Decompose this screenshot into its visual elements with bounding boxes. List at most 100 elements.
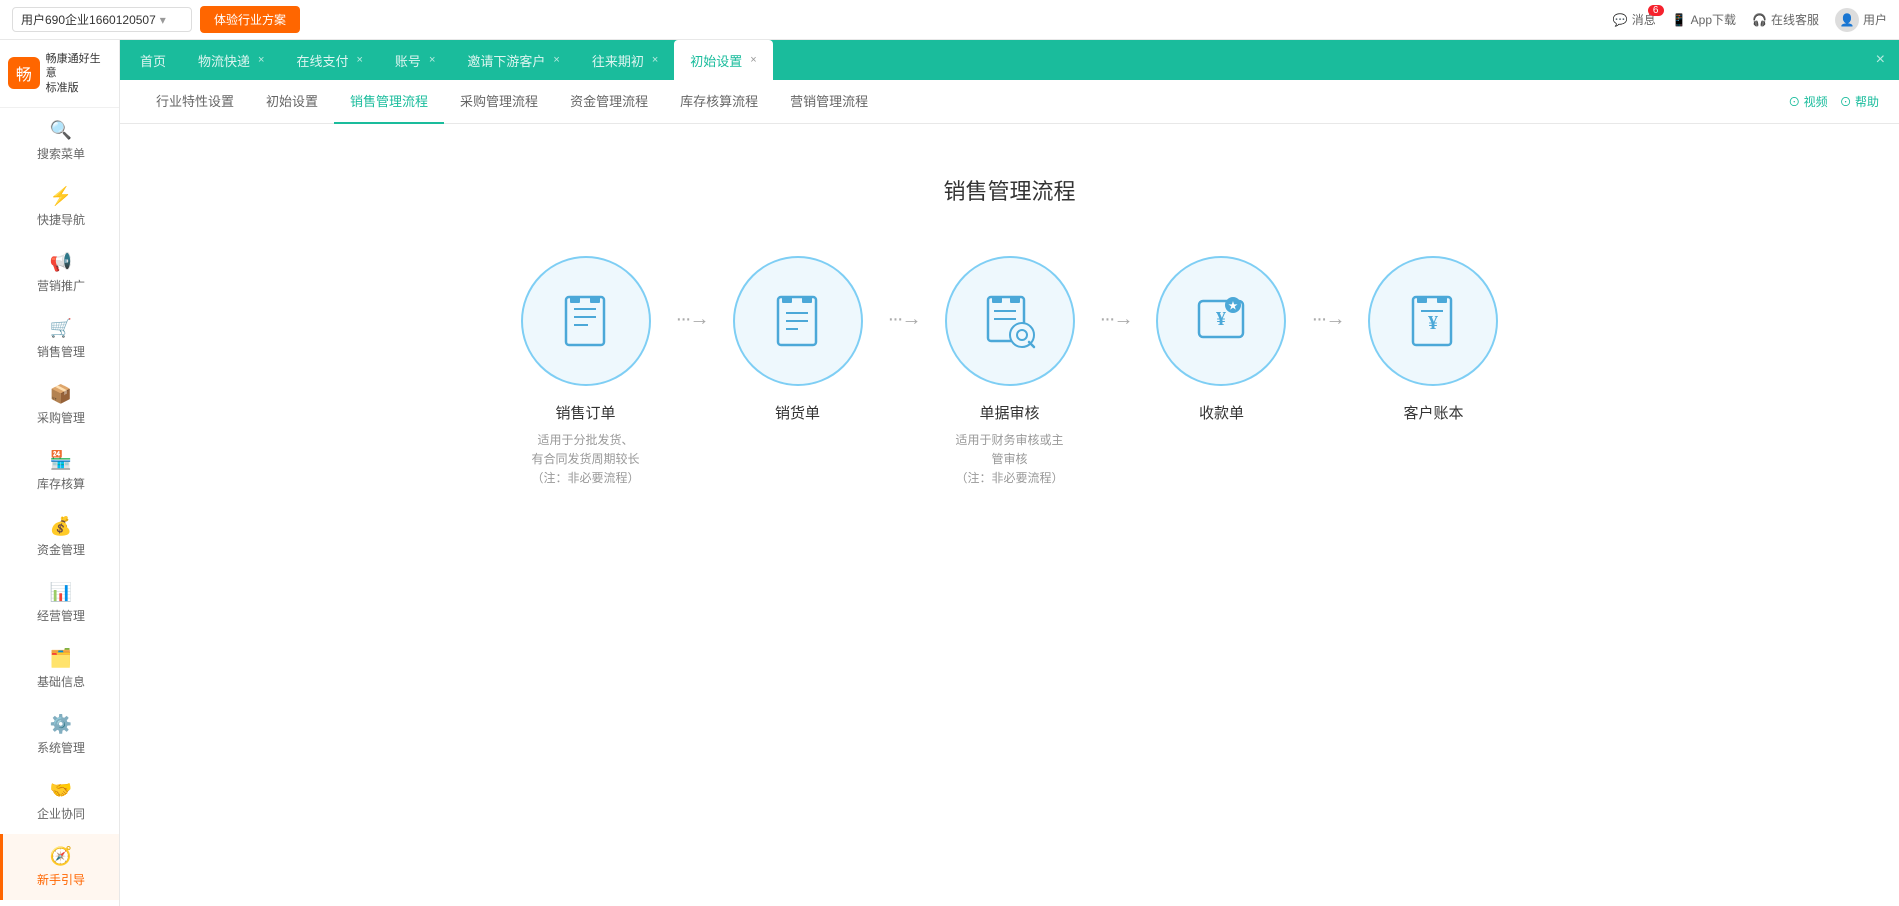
help-link[interactable]: ⊙ 帮助	[1840, 93, 1879, 110]
online-service-item[interactable]: 🎧 在线客服	[1752, 11, 1819, 28]
flow-circle-sales-order	[521, 256, 651, 386]
tab-period-close[interactable]: ×	[652, 54, 658, 66]
online-service-label: 在线客服	[1771, 11, 1819, 28]
video-link[interactable]: ⊙ 视频	[1788, 93, 1827, 110]
sidebar-item-search[interactable]: 🔍 搜索菜单	[0, 108, 119, 174]
sidebar-label-finance: 资金管理	[37, 541, 85, 558]
app-download-label: App下载	[1691, 11, 1736, 28]
sidebar-item-basic[interactable]: 🗂️ 基础信息	[0, 636, 119, 702]
logo-text: 畅康通好生意 标准版	[46, 52, 111, 95]
message-icon-item[interactable]: 💬 消息 6	[1613, 11, 1656, 28]
subtab-inventory-flow[interactable]: 库存核算流程	[664, 80, 774, 124]
flow-arrow-1: ···→	[676, 256, 708, 331]
top-bar: 用户690企业1660120507 ▾ 体验行业方案 💬 消息 6 📱 App下…	[0, 0, 1899, 40]
flow-diagram: 销售订单 适用于分批发货、有合同发货周期较长（注：非必要流程） ···→	[140, 256, 1879, 489]
subtab-init[interactable]: 初始设置	[250, 80, 334, 124]
tab-home[interactable]: 首页	[124, 40, 182, 80]
subtab-purchase-flow[interactable]: 采购管理流程	[444, 80, 554, 124]
subtab-init-label: 初始设置	[266, 91, 318, 110]
flow-label-sales-order: 销售订单	[556, 402, 616, 423]
tab-invite-label: 邀请下游客户	[467, 51, 545, 70]
sub-tabs-right: ⊙ 视频 ⊙ 帮助	[1788, 93, 1879, 110]
tab-invite[interactable]: 邀请下游客户 ×	[451, 40, 575, 80]
arrow-icon-2: ···→	[888, 308, 920, 331]
app-download-item[interactable]: 📱 App下载	[1672, 11, 1736, 28]
basic-icon: 🗂️	[50, 648, 72, 669]
flow-label-invoice: 销货单	[775, 402, 820, 423]
sidebar-item-operations[interactable]: 📊 经营管理	[0, 570, 119, 636]
tab-period[interactable]: 往来期初 ×	[576, 40, 674, 80]
sidebar-item-system[interactable]: ⚙️ 系统管理	[0, 702, 119, 768]
sidebar-item-collab[interactable]: 🤝 企业协同	[0, 768, 119, 834]
flow-arrow-2: ···→	[888, 256, 920, 331]
sidebar-label-collab: 企业协同	[37, 805, 85, 822]
arrow-icon-1: ···→	[676, 308, 708, 331]
sidebar-label-quicknav: 快捷导航	[37, 211, 85, 228]
sidebar-item-finance[interactable]: 💰 资金管理	[0, 504, 119, 570]
page-title: 销售管理流程	[140, 174, 1879, 206]
tab-payment-label: 在线支付	[296, 51, 348, 70]
nav-close-all[interactable]: ×	[1866, 51, 1895, 69]
purchase-icon: 📦	[50, 384, 72, 405]
flow-step-sales-order: 销售订单 适用于分批发货、有合同发货周期较长（注：非必要流程）	[496, 256, 676, 489]
subtab-industry[interactable]: 行业特性设置	[140, 80, 250, 124]
sidebar-item-marketing[interactable]: 📢 营销推广	[0, 240, 119, 306]
subtab-finance-flow[interactable]: 资金管理流程	[554, 80, 664, 124]
marketing-icon: 📢	[50, 252, 72, 273]
sidebar-label-guide: 新手引导	[37, 871, 85, 888]
subtab-purchase-flow-label: 采购管理流程	[460, 91, 538, 110]
app-body: 畅 畅康通好生意 标准版 🔍 搜索菜单 ⚡ 快捷导航 📢 营销推广 🛒 销售管理…	[0, 40, 1899, 906]
sidebar-item-guide[interactable]: 🧭 新手引导	[0, 834, 119, 900]
logo-icon: 畅	[8, 57, 40, 89]
collab-icon: 🤝	[50, 780, 72, 801]
flow-arrow-4: ···→	[1311, 256, 1343, 331]
top-bar-right: 💬 消息 6 📱 App下载 🎧 在线客服 👤 用户	[1613, 8, 1887, 32]
app-download-icon: 📱	[1672, 13, 1687, 27]
tab-initial[interactable]: 初始设置 ×	[674, 40, 772, 80]
sidebar-label-sales: 销售管理	[37, 343, 85, 360]
nav-tabs: 首页 物流快递 × 在线支付 × 账号 × 邀请下游客户 × 往来期初 ×	[120, 40, 1899, 80]
subtab-marketing-flow-label: 营销管理流程	[790, 91, 868, 110]
user-menu-item[interactable]: 👤 用户	[1835, 8, 1887, 32]
search-icon: 🔍	[50, 120, 72, 141]
flow-circle-review	[945, 256, 1075, 386]
sales-icon: 🛒	[50, 318, 72, 339]
subtab-inventory-flow-label: 库存核算流程	[680, 91, 758, 110]
flow-label-customer-account: 客户账本	[1403, 402, 1463, 423]
logo-line1: 畅康通好生意	[46, 52, 111, 81]
flow-circle-customer-account: ¥	[1368, 256, 1498, 386]
svg-text:¥: ¥	[1216, 308, 1226, 330]
tab-invite-close[interactable]: ×	[553, 54, 559, 66]
tab-account-close[interactable]: ×	[429, 54, 435, 66]
tab-account-label: 账号	[395, 51, 421, 70]
avatar: 👤	[1835, 8, 1859, 32]
sidebar-item-sales[interactable]: 🛒 销售管理	[0, 306, 119, 372]
sidebar-item-quicknav[interactable]: ⚡ 快捷导航	[0, 174, 119, 240]
headset-icon: 🎧	[1752, 13, 1767, 27]
system-icon: ⚙️	[50, 714, 72, 735]
tab-logistics-close[interactable]: ×	[258, 54, 264, 66]
sidebar-label-operations: 经营管理	[37, 607, 85, 624]
guide-icon: 🧭	[50, 846, 72, 867]
sidebar-label-purchase: 采购管理	[37, 409, 85, 426]
sidebar-item-inventory[interactable]: 🏪 库存核算	[0, 438, 119, 504]
tab-initial-close[interactable]: ×	[750, 54, 756, 66]
tab-payment[interactable]: 在线支付 ×	[280, 40, 378, 80]
tab-payment-close[interactable]: ×	[356, 54, 362, 66]
user-select[interactable]: 用户690企业1660120507 ▾	[12, 7, 192, 32]
flow-arrow-3: ···→	[1100, 256, 1132, 331]
sidebar-item-purchase[interactable]: 📦 采购管理	[0, 372, 119, 438]
flow-step-invoice: 销货单	[708, 256, 888, 431]
subtab-sales-flow-label: 销售管理流程	[350, 91, 428, 110]
sidebar-item-appstore[interactable]: 🔔 应用中心	[0, 900, 119, 906]
svg-text:★: ★	[1229, 301, 1238, 312]
subtab-sales-flow[interactable]: 销售管理流程	[334, 80, 444, 124]
logo-area: 畅 畅康通好生意 标准版	[0, 40, 119, 108]
subtab-finance-flow-label: 资金管理流程	[570, 91, 648, 110]
tab-logistics[interactable]: 物流快递 ×	[182, 40, 280, 80]
subtab-marketing-flow[interactable]: 营销管理流程	[774, 80, 884, 124]
user-select-label: 用户690企业1660120507	[21, 11, 156, 28]
trial-button[interactable]: 体验行业方案	[200, 6, 300, 33]
tab-account[interactable]: 账号 ×	[379, 40, 451, 80]
dropdown-arrow: ▾	[160, 13, 166, 27]
